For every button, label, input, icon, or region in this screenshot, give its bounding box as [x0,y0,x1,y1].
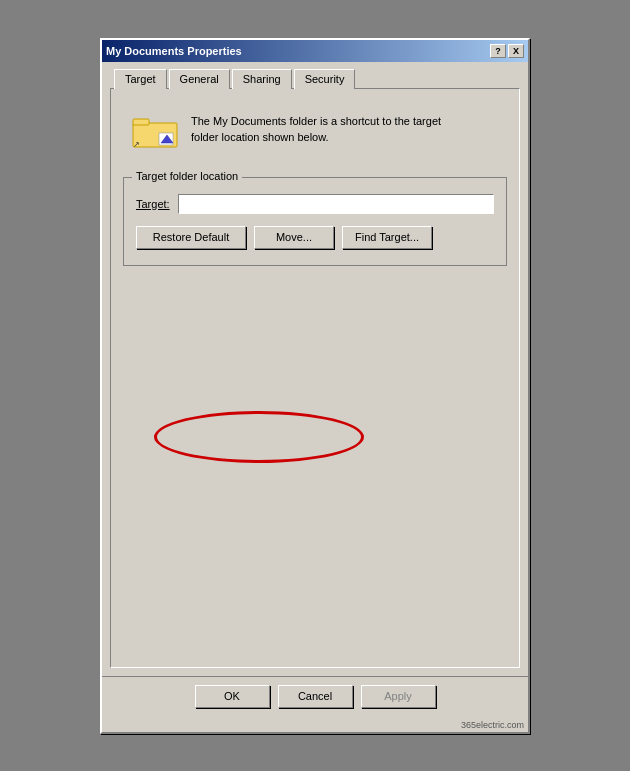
apply-button[interactable]: Apply [361,685,436,708]
dialog-window: My Documents Properties ? X Target Gener… [100,38,530,734]
action-buttons-row: Restore Default Move... Find Target... [136,226,494,249]
help-button[interactable]: ? [490,44,506,58]
target-input[interactable] [178,194,494,214]
target-folder-group: Target folder location Target: Restore D… [123,177,507,266]
info-text: The My Documents folder is a shortcut to… [191,113,441,146]
watermark: 365electric.com [102,718,528,732]
tab-bar: Target General Sharing Security [110,68,520,88]
tab-sharing[interactable]: Sharing [232,69,292,89]
svg-text:↗: ↗ [133,140,140,149]
target-label: Target: [136,198,170,210]
target-row: Target: [136,194,494,214]
window-title: My Documents Properties [106,45,242,57]
tab-content-target: ↗ The My Documents folder is a shortcut … [110,88,520,668]
title-bar: My Documents Properties ? X [102,40,528,62]
group-box-label: Target folder location [132,170,242,182]
folder-icon: ↗ [131,109,179,149]
title-bar-buttons: ? X [490,44,524,58]
restore-default-button[interactable]: Restore Default [136,226,246,249]
circle-annotation [154,411,364,463]
find-target-button[interactable]: Find Target... [342,226,432,249]
tab-target[interactable]: Target [114,69,167,89]
svg-rect-1 [133,119,149,125]
move-button[interactable]: Move... [254,226,334,249]
tab-security[interactable]: Security [294,69,356,89]
info-area: ↗ The My Documents folder is a shortcut … [123,101,507,157]
bottom-buttons-area: OK Cancel Apply [102,676,528,718]
cancel-button[interactable]: Cancel [278,685,353,708]
ok-button[interactable]: OK [195,685,270,708]
dialog-content: Target General Sharing Security [102,62,528,676]
tab-general[interactable]: General [169,69,230,89]
close-button[interactable]: X [508,44,524,58]
